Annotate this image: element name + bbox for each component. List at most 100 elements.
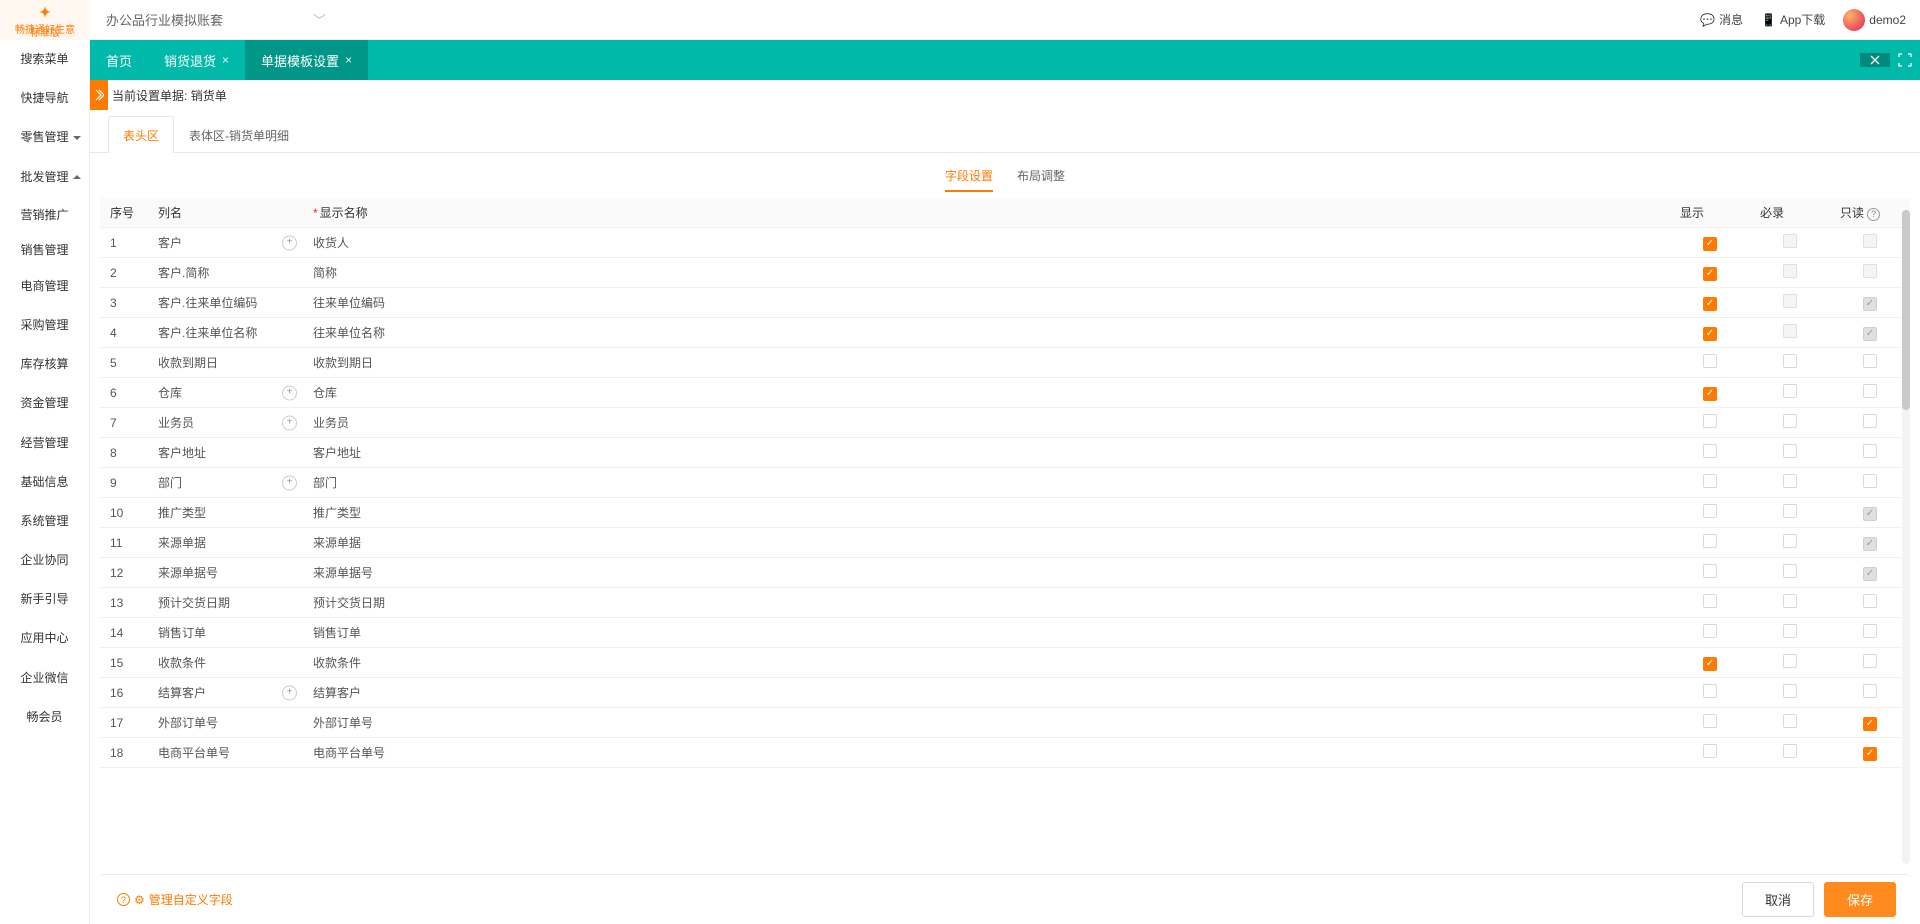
checkbox-show[interactable]: [1703, 504, 1717, 518]
checkbox-show[interactable]: [1703, 744, 1717, 758]
cell-display-name[interactable]: 客户地址: [303, 438, 1670, 468]
cell-display-name[interactable]: 仓库: [303, 378, 1670, 408]
checkbox-required[interactable]: [1783, 654, 1797, 668]
tab[interactable]: 销货退货×: [148, 40, 245, 80]
sidebar-item[interactable]: 企业协同: [0, 541, 89, 580]
cell-display-name[interactable]: 来源单据: [303, 528, 1670, 558]
checkbox-show[interactable]: [1703, 624, 1717, 638]
checkbox-show[interactable]: [1703, 297, 1717, 311]
cell-display-name[interactable]: 往来单位编码: [303, 288, 1670, 318]
checkbox-show[interactable]: [1703, 714, 1717, 728]
sidebar-item[interactable]: 库存核算: [0, 345, 89, 384]
checkbox-required[interactable]: [1783, 624, 1797, 638]
checkbox-required[interactable]: [1783, 714, 1797, 728]
cell-display-name[interactable]: 来源单据号: [303, 558, 1670, 588]
checkbox-show[interactable]: [1703, 534, 1717, 548]
add-icon[interactable]: +: [282, 475, 297, 490]
expand-panel-button[interactable]: [90, 80, 108, 110]
messages-link[interactable]: 💬 消息: [1700, 11, 1743, 28]
checkbox-required[interactable]: [1783, 414, 1797, 428]
manage-custom-fields-link[interactable]: ? ⚙ 管理自定义字段: [114, 891, 233, 908]
table-body-scroll[interactable]: 1客户+收货人2客户.简称简称3客户.往来单位编码往来单位编码4客户.往来单位名…: [100, 228, 1910, 866]
checkbox-show[interactable]: [1703, 387, 1717, 401]
checkbox-required[interactable]: [1783, 684, 1797, 698]
checkbox-required[interactable]: [1783, 744, 1797, 758]
checkbox-readonly[interactable]: [1863, 414, 1877, 428]
checkbox-readonly[interactable]: [1863, 684, 1877, 698]
checkbox-readonly[interactable]: [1863, 354, 1877, 368]
vertical-scrollbar-thumb[interactable]: [1902, 210, 1910, 410]
sidebar-item[interactable]: 系统管理: [0, 502, 89, 541]
sidebar-item[interactable]: 搜索菜单: [0, 40, 89, 79]
sidebar-item[interactable]: 零售管理: [0, 118, 89, 157]
checkbox-required[interactable]: [1783, 444, 1797, 458]
sidebar-item[interactable]: 资金管理: [0, 384, 89, 423]
add-icon[interactable]: +: [282, 685, 297, 700]
cell-display-name[interactable]: 部门: [303, 468, 1670, 498]
checkbox-readonly[interactable]: [1863, 384, 1877, 398]
add-icon[interactable]: +: [282, 385, 297, 400]
checkbox-show[interactable]: [1703, 267, 1717, 281]
checkbox-required[interactable]: [1783, 594, 1797, 608]
cell-display-name[interactable]: 预计交货日期: [303, 588, 1670, 618]
checkbox-required[interactable]: [1783, 504, 1797, 518]
sidebar-sub-item[interactable]: 营销推广: [0, 197, 89, 232]
sidebar-item[interactable]: 新手引导: [0, 580, 89, 619]
sub-link[interactable]: 布局调整: [1017, 167, 1065, 192]
fullscreen-button[interactable]: [1890, 53, 1920, 67]
checkbox-required[interactable]: [1783, 354, 1797, 368]
add-icon[interactable]: +: [282, 235, 297, 250]
sidebar-item[interactable]: 批发管理: [0, 158, 89, 197]
sidebar-item[interactable]: 基础信息: [0, 463, 89, 502]
checkbox-show[interactable]: [1703, 594, 1717, 608]
checkbox-show[interactable]: [1703, 414, 1717, 428]
tab[interactable]: 单据模板设置×: [245, 40, 368, 80]
cell-display-name[interactable]: 推广类型: [303, 498, 1670, 528]
close-all-tabs-button[interactable]: [1860, 53, 1890, 67]
help-icon[interactable]: ?: [1867, 208, 1880, 221]
section-tab[interactable]: 表体区-销货单明细: [174, 116, 304, 153]
cell-display-name[interactable]: 业务员: [303, 408, 1670, 438]
sidebar-item[interactable]: 应用中心: [0, 619, 89, 658]
close-icon[interactable]: ×: [345, 53, 352, 67]
checkbox-readonly[interactable]: [1863, 747, 1877, 761]
cell-display-name[interactable]: 往来单位名称: [303, 318, 1670, 348]
sidebar-item[interactable]: 快捷导航: [0, 79, 89, 118]
cell-display-name[interactable]: 收款条件: [303, 648, 1670, 678]
checkbox-show[interactable]: [1703, 327, 1717, 341]
sidebar-item[interactable]: 企业微信: [0, 659, 89, 698]
checkbox-show[interactable]: [1703, 444, 1717, 458]
sidebar-item[interactable]: 采购管理: [0, 306, 89, 345]
checkbox-show[interactable]: [1703, 237, 1717, 251]
checkbox-readonly[interactable]: [1863, 624, 1877, 638]
sub-link[interactable]: 字段设置: [945, 167, 993, 192]
checkbox-show[interactable]: [1703, 354, 1717, 368]
cell-display-name[interactable]: 电商平台单号: [303, 738, 1670, 768]
checkbox-readonly[interactable]: [1863, 654, 1877, 668]
checkbox-readonly[interactable]: [1863, 444, 1877, 458]
user-menu[interactable]: demo2: [1843, 9, 1906, 31]
sidebar-item[interactable]: 经营管理: [0, 424, 89, 463]
sidebar-sub-item[interactable]: 销售管理: [0, 232, 89, 267]
checkbox-required[interactable]: [1783, 534, 1797, 548]
checkbox-required[interactable]: [1783, 474, 1797, 488]
checkbox-required[interactable]: [1783, 564, 1797, 578]
close-icon[interactable]: ×: [222, 53, 229, 67]
cell-display-name[interactable]: 外部订单号: [303, 708, 1670, 738]
section-tab[interactable]: 表头区: [108, 116, 174, 153]
checkbox-readonly[interactable]: [1863, 594, 1877, 608]
checkbox-required[interactable]: [1783, 384, 1797, 398]
save-button[interactable]: 保存: [1824, 882, 1896, 917]
cell-display-name[interactable]: 简称: [303, 258, 1670, 288]
cell-display-name[interactable]: 收款到期日: [303, 348, 1670, 378]
cancel-button[interactable]: 取消: [1742, 882, 1814, 917]
tab[interactable]: 首页: [90, 40, 148, 80]
checkbox-show[interactable]: [1703, 657, 1717, 671]
company-selector[interactable]: 办公品行业模拟账套 ﹀: [106, 10, 1700, 29]
app-download-link[interactable]: 📱 App下载: [1761, 11, 1825, 28]
checkbox-readonly[interactable]: [1863, 474, 1877, 488]
sidebar-item[interactable]: 畅会员: [0, 698, 89, 737]
cell-display-name[interactable]: 收货人: [303, 228, 1670, 258]
checkbox-show[interactable]: [1703, 474, 1717, 488]
vertical-scrollbar-track[interactable]: [1902, 210, 1910, 864]
